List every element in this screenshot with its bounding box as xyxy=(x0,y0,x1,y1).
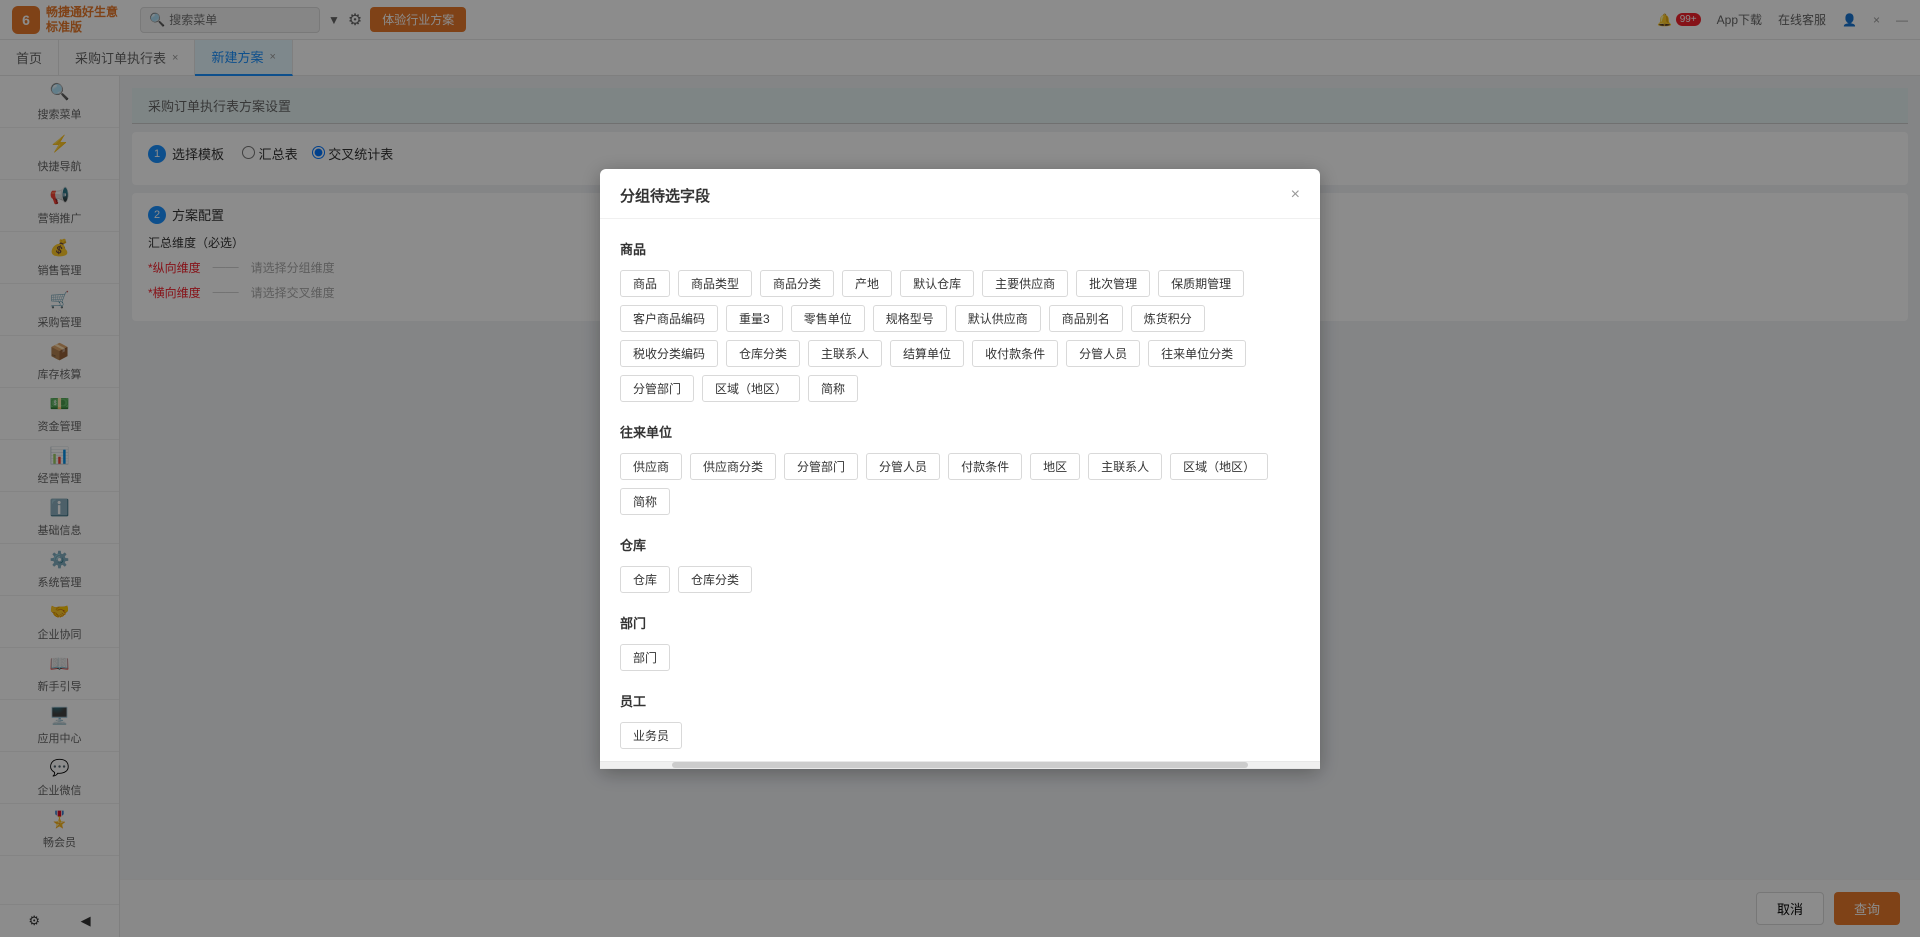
field-tag-仓库[interactable]: 仓库 xyxy=(620,566,670,593)
field-grid-商品: 商品商品类型商品分类产地默认仓库主要供应商批次管理保质期管理客户商品编码重量3 零… xyxy=(620,270,1300,402)
field-tag-规格型号[interactable]: 规格型号 xyxy=(873,305,947,332)
field-tag-仓库分类[interactable]: 仓库分类 xyxy=(678,566,752,593)
field-tag-主联系人[interactable]: 主联系人 xyxy=(1088,453,1162,480)
dialog-overlay: 分组待选字段 × 商品商品商品类型商品分类产地默认仓库主要供应商批次管理保质期管… xyxy=(0,0,1920,937)
section-title-往来单位: 往来单位 xyxy=(620,422,1300,441)
section-title-商品: 商品 xyxy=(620,239,1300,258)
field-tag-简称[interactable]: 简称 xyxy=(808,375,858,402)
field-tag-部门[interactable]: 部门 xyxy=(620,644,670,671)
dialog-header: 分组待选字段 × xyxy=(600,169,1320,219)
field-tag-商品别名[interactable]: 商品别名 xyxy=(1049,305,1123,332)
field-tag-商品分类[interactable]: 商品分类 xyxy=(760,270,834,297)
field-grid-部门: 部门 xyxy=(620,644,1300,671)
field-tag-零售单位[interactable]: 零售单位 xyxy=(791,305,865,332)
field-tag-主联系人[interactable]: 主联系人 xyxy=(808,340,882,367)
field-tag-重量3[interactable]: 重量3 xyxy=(726,305,783,332)
field-tag-分管部门[interactable]: 分管部门 xyxy=(784,453,858,480)
field-tag-简称[interactable]: 简称 xyxy=(620,488,670,515)
field-grid-员工: 业务员 xyxy=(620,722,1300,749)
section-title-员工: 员工 xyxy=(620,691,1300,710)
field-tag-产地[interactable]: 产地 xyxy=(842,270,892,297)
field-tag-业务员[interactable]: 业务员 xyxy=(620,722,682,749)
field-grid-往来单位: 供应商供应商分类分管部门分管人员付款条件地区主联系人区域（地区） 简称 xyxy=(620,453,1300,515)
field-tag-税收分类编码[interactable]: 税收分类编码 xyxy=(620,340,718,367)
field-tag-默认供应商[interactable]: 默认供应商 xyxy=(955,305,1041,332)
field-tag-结算单位[interactable]: 结算单位 xyxy=(890,340,964,367)
field-tag-分管人员[interactable]: 分管人员 xyxy=(1066,340,1140,367)
field-tag-炼货积分[interactable]: 炼货积分 xyxy=(1131,305,1205,332)
field-tag-地区[interactable]: 地区 xyxy=(1030,453,1080,480)
field-tag-客户商品编码[interactable]: 客户商品编码 xyxy=(620,305,718,332)
field-tag-供应商分类[interactable]: 供应商分类 xyxy=(690,453,776,480)
field-tag-主要供应商[interactable]: 主要供应商 xyxy=(982,270,1068,297)
section-title-仓库: 仓库 xyxy=(620,535,1300,554)
dialog-body: 商品商品商品类型商品分类产地默认仓库主要供应商批次管理保质期管理客户商品编码重量… xyxy=(600,219,1320,761)
field-tag-收付款条件[interactable]: 收付款条件 xyxy=(972,340,1058,367)
field-tag-区域（地区）[interactable]: 区域（地区） xyxy=(1170,453,1268,480)
field-tag-往来单位分类[interactable]: 往来单位分类 xyxy=(1148,340,1246,367)
field-tag-商品类型[interactable]: 商品类型 xyxy=(678,270,752,297)
dialog: 分组待选字段 × 商品商品商品类型商品分类产地默认仓库主要供应商批次管理保质期管… xyxy=(600,169,1320,769)
field-tag-分管部门[interactable]: 分管部门 xyxy=(620,375,694,402)
field-tag-默认仓库[interactable]: 默认仓库 xyxy=(900,270,974,297)
field-grid-仓库: 仓库仓库分类 xyxy=(620,566,1300,593)
field-tag-批次管理[interactable]: 批次管理 xyxy=(1076,270,1150,297)
field-tag-商品[interactable]: 商品 xyxy=(620,270,670,297)
dialog-hscrollbar[interactable] xyxy=(600,761,1320,769)
dialog-close-btn[interactable]: × xyxy=(1291,186,1300,204)
section-title-部门: 部门 xyxy=(620,613,1300,632)
field-tag-分管人员[interactable]: 分管人员 xyxy=(866,453,940,480)
field-tag-区域（地区）[interactable]: 区域（地区） xyxy=(702,375,800,402)
field-tag-仓库分类[interactable]: 仓库分类 xyxy=(726,340,800,367)
field-tag-供应商[interactable]: 供应商 xyxy=(620,453,682,480)
dialog-title: 分组待选字段 xyxy=(620,185,710,206)
field-tag-付款条件[interactable]: 付款条件 xyxy=(948,453,1022,480)
field-tag-保质期管理[interactable]: 保质期管理 xyxy=(1158,270,1244,297)
